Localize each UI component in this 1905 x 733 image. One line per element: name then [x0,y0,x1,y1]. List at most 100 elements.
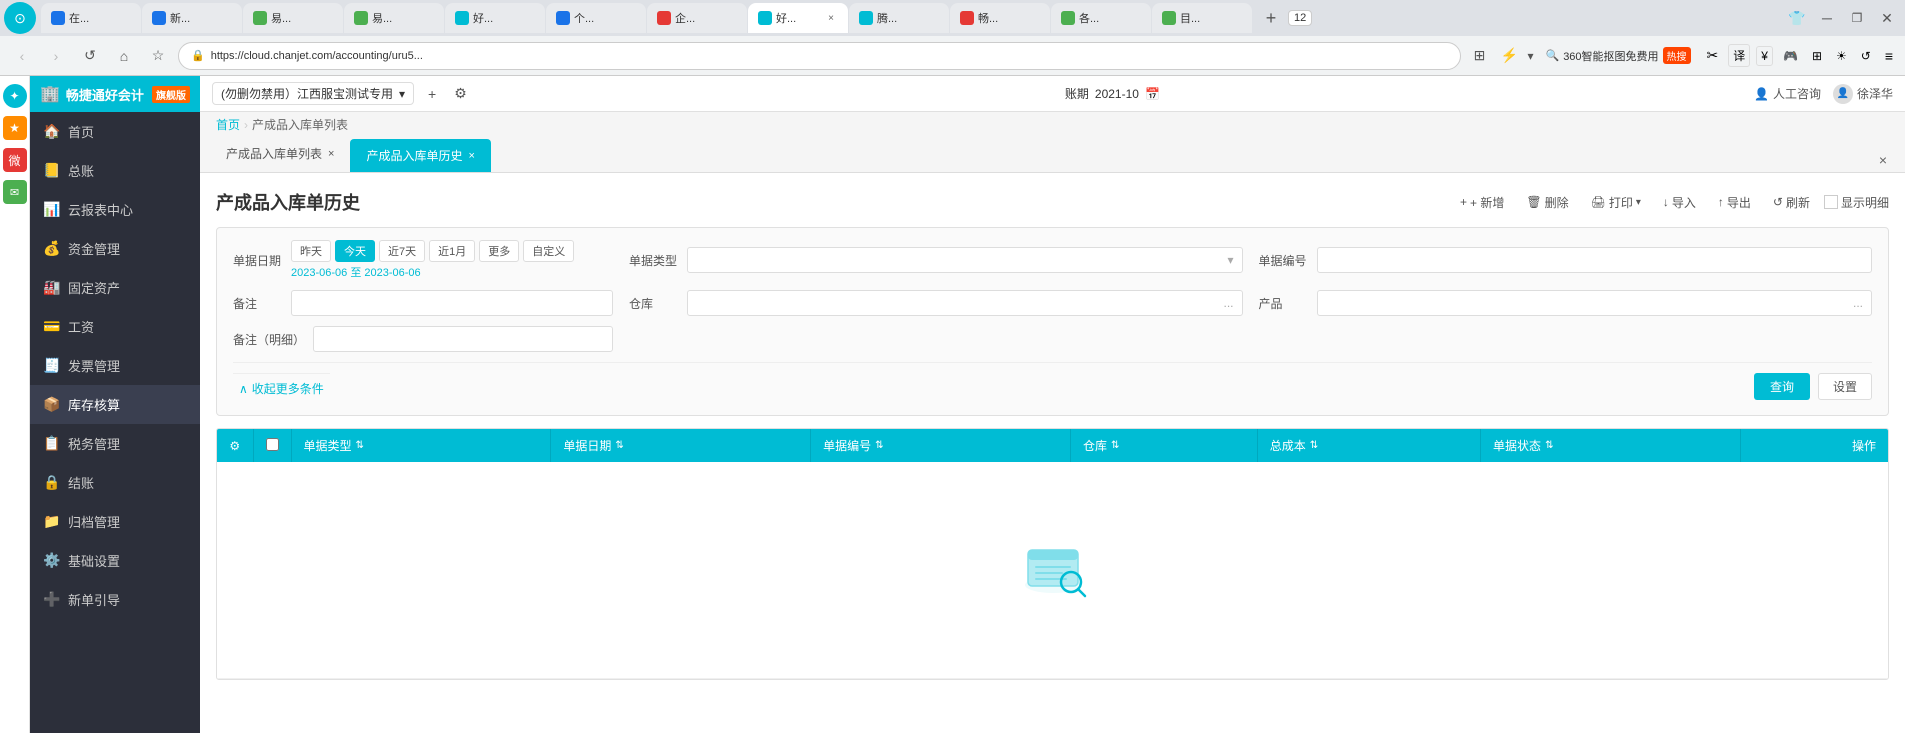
th-gear[interactable]: ⚙ [217,429,253,462]
date-btn-custom[interactable]: 自定义 [523,240,574,262]
add-company-button[interactable]: + [424,84,440,104]
maximize-button[interactable]: ❐ [1843,4,1871,32]
close-window-button[interactable]: ✕ [1873,4,1901,32]
setting-button[interactable]: 设置 [1818,373,1872,400]
query-button[interactable]: 查询 [1754,373,1810,400]
sidebar-item-salary[interactable]: 💳 工资 [30,307,200,346]
page-tab-list[interactable]: 产成品入库单列表 × [210,137,350,172]
company-selector[interactable]: (勿删勿禁用）江西服宝测试专用 ▾ [212,82,414,105]
yuan-icon[interactable]: ¥ [1756,46,1773,66]
export-btn[interactable]: ↑ 导出 [1710,190,1759,215]
th-cost[interactable]: 总成本 ⇅ [1257,429,1480,462]
lightning-icon[interactable]: ⚡ [1497,44,1521,68]
search-icon: 🔍 [1545,49,1559,62]
number-input[interactable] [1317,247,1873,273]
panel-close-button[interactable]: × [1871,148,1895,172]
th-checkbox[interactable] [253,429,291,462]
print-dropdown-icon[interactable]: ▾ [1636,197,1641,208]
type-selector[interactable]: ▾ [687,247,1243,273]
tab-10[interactable]: 畅... [950,3,1050,33]
import-btn[interactable]: ↓ 导入 [1655,190,1704,215]
date-btn-more[interactable]: 更多 [479,240,519,262]
breadcrumb-home[interactable]: 首页 [216,116,240,133]
extension-grid-icon[interactable]: ⊞ [1467,44,1491,68]
collapse-btn[interactable]: ∧ 收起更多条件 [233,373,330,403]
tab-8[interactable]: 好... × [748,3,848,33]
print-btn[interactable]: 🖨 打印 ▾ [1583,190,1649,215]
left-icon-3[interactable]: 微 [3,148,27,172]
th-status[interactable]: 单据状态 ⇅ [1481,429,1741,462]
sun-icon[interactable]: ☀ [1832,47,1851,65]
undo-icon[interactable]: ↺ [1857,47,1875,65]
tab-8-close-icon[interactable]: × [824,11,838,25]
settings-gear-icon[interactable]: ⚙ [450,83,471,104]
tab-12[interactable]: 目... [1152,3,1252,33]
refresh-btn[interactable]: ↺ 刷新 [1765,190,1818,215]
show-detail-checkbox[interactable] [1824,195,1838,209]
sidebar-item-reports[interactable]: 📊 云报表中心 [30,190,200,229]
sidebar-item-tax[interactable]: 📋 税务管理 [30,424,200,463]
sidebar-item-invoice[interactable]: 🧾 发票管理 [30,346,200,385]
tab-9[interactable]: 腾... [849,3,949,33]
more-menu-icon[interactable]: ≡ [1881,46,1897,66]
refresh-button[interactable]: ↺ [76,42,104,70]
calendar-icon[interactable]: 📅 [1145,87,1160,101]
sidebar-item-checkout[interactable]: 🔒 结账 [30,463,200,502]
sidebar-item-home[interactable]: 🏠 首页 [30,112,200,151]
tab-2[interactable]: 新... [142,3,242,33]
left-icon-2[interactable]: ★ [3,116,27,140]
th-date[interactable]: 单据日期 ⇅ [551,429,811,462]
tab-5[interactable]: 好... [445,3,545,33]
th-type[interactable]: 单据类型 ⇅ [291,429,551,462]
show-detail-toggle[interactable]: 显示明细 [1824,194,1889,211]
shirt-icon[interactable]: 👕 [1783,4,1811,32]
date-btn-1month[interactable]: 近1月 [429,240,475,262]
left-icon-4[interactable]: ✉ [3,180,27,204]
select-all-checkbox[interactable] [266,438,279,451]
date-btn-7days[interactable]: 近7天 [379,240,425,262]
th-number[interactable]: 单据编号 ⇅ [811,429,1071,462]
product-selector[interactable]: ... [1317,290,1873,316]
detail-remark-input[interactable] [313,326,613,352]
new-btn[interactable]: + + 新增 [1452,190,1512,215]
page-tab-list-close-icon[interactable]: × [328,148,334,160]
date-btn-today[interactable]: 今天 [335,240,375,262]
bookmark-button[interactable]: ☆ [144,42,172,70]
page-tab-history[interactable]: 产成品入库单历史 × [350,139,490,172]
game-icon[interactable]: 🎮 [1779,47,1802,65]
tab-11[interactable]: 各... [1051,3,1151,33]
date-btn-yesterday[interactable]: 昨天 [291,240,331,262]
left-icon-1[interactable]: ✦ [3,84,27,108]
scissors-icon[interactable]: ✂ [1703,45,1723,66]
sidebar-item-inventory[interactable]: 📦 库存核算 [30,385,200,424]
translate-icon[interactable]: 译 [1728,44,1750,67]
forward-button[interactable]: › [42,42,70,70]
sidebar-item-newbill[interactable]: ➕ 新单引导 [30,580,200,619]
delete-btn[interactable]: 🗑 删除 [1518,190,1576,215]
sidebar-item-archive[interactable]: 📁 归档管理 [30,502,200,541]
back-button[interactable]: ‹ [8,42,36,70]
tab-1[interactable]: 在... [41,3,141,33]
warehouse-selector[interactable]: ... [687,290,1243,316]
sidebar-item-settings[interactable]: ⚙️ 基础设置 [30,541,200,580]
sidebar-item-ledger[interactable]: 📒 总账 [30,151,200,190]
page-tab-history-close-icon[interactable]: × [468,150,474,162]
sidebar-item-fixed[interactable]: 🏭 固定资产 [30,268,200,307]
remark-input[interactable] [291,290,613,316]
customer-service-btn[interactable]: 👤 人工咨询 [1754,85,1821,102]
grid-icon[interactable]: ⊞ [1808,47,1826,65]
sidebar-item-funds[interactable]: 💰 资金管理 [30,229,200,268]
url-text: https://cloud.chanjet.com/accounting/uru… [211,50,423,62]
search-360-btn[interactable]: 🔍 360智能抠图免费用 热搜 [1539,45,1696,66]
tab-6[interactable]: 个... [546,3,646,33]
minimize-button[interactable]: ─ [1813,4,1841,32]
new-tab-button[interactable]: + [1257,4,1285,32]
home-button[interactable]: ⌂ [110,42,138,70]
url-bar[interactable]: 🔒 https://cloud.chanjet.com/accounting/u… [178,42,1461,70]
tab-3[interactable]: 易... [243,3,343,33]
tab-7[interactable]: 企... [647,3,747,33]
tab-4[interactable]: 易... [344,3,444,33]
th-warehouse[interactable]: 仓库 ⇅ [1070,429,1257,462]
user-info[interactable]: 👤 徐泽华 [1833,84,1893,104]
dropdown-arrow-icon[interactable]: ▾ [1527,49,1533,63]
